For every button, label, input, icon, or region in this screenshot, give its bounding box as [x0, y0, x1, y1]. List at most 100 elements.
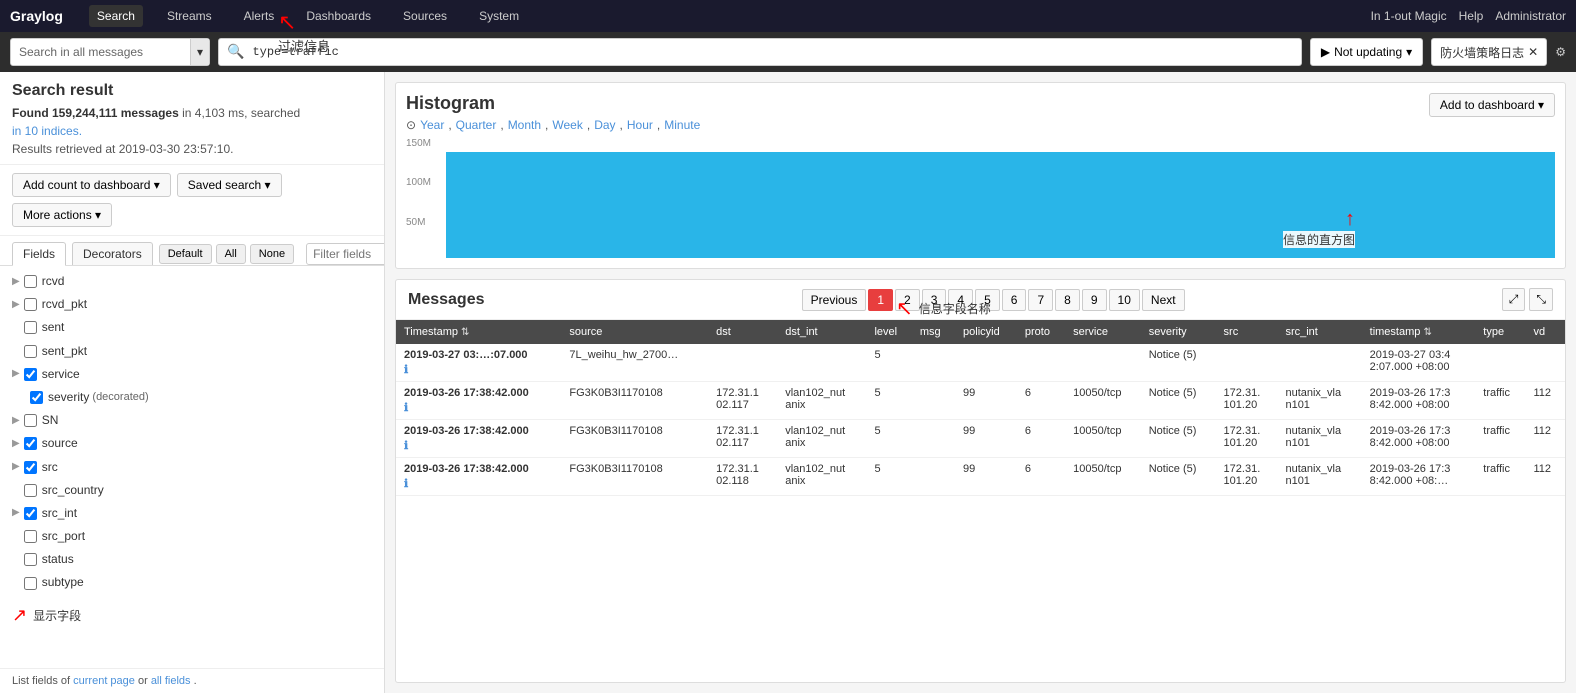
search-query-icon: 🔍	[227, 44, 244, 61]
field-checkbox-service[interactable]	[24, 368, 37, 381]
field-checkbox-rcvd[interactable]	[24, 275, 37, 288]
saved-search-btn[interactable]: Saved search ▾	[177, 173, 282, 197]
time-week[interactable]: Week	[552, 118, 582, 132]
indices-link[interactable]: in 10 indices.	[12, 124, 82, 138]
expand-btn-2[interactable]: ⤡	[1529, 288, 1553, 311]
page-7-btn[interactable]: 7	[1028, 289, 1053, 311]
found-count: Found 159,244,111 messages	[12, 106, 179, 120]
add-to-dashboard-btn[interactable]: Add to dashboard ▾	[1429, 93, 1555, 117]
nav-system[interactable]: System	[471, 5, 527, 27]
field-checkbox-severity[interactable]	[30, 391, 43, 404]
not-updating-btn[interactable]: ▶ Not updating ▾	[1310, 38, 1423, 66]
field-checkbox-sent[interactable]	[24, 321, 37, 334]
field-checkbox-subtype[interactable]	[24, 577, 37, 590]
search-query-bar[interactable]: 🔍 type=traffic	[218, 38, 1302, 66]
time-day[interactable]: Day	[594, 118, 615, 132]
arrow-icon: ▶	[12, 297, 20, 313]
search-query-text: type=traffic	[252, 45, 338, 59]
prev-page-btn[interactable]: Previous	[802, 289, 867, 311]
sort-icon: ⇅	[461, 327, 469, 338]
col-level: level	[866, 320, 911, 344]
time-year[interactable]: Year	[420, 118, 444, 132]
page-4-btn[interactable]: 4	[948, 289, 973, 311]
fields-footer-text: List fields of	[12, 675, 73, 687]
field-label-src-country: src_country	[42, 481, 104, 500]
main-layout: Search result Found 159,244,111 messages…	[0, 72, 1576, 693]
col-policyid: policyid	[955, 320, 1017, 344]
stream-close[interactable]: ✕	[1528, 45, 1538, 59]
type-none-btn[interactable]: None	[250, 244, 294, 264]
field-checkbox-src-country[interactable]	[24, 484, 37, 497]
cell-dst-int-3: vlan102_nutanix	[777, 458, 866, 496]
cell-service-2: 10050/tcp	[1065, 420, 1141, 458]
page-5-btn[interactable]: 5	[975, 289, 1000, 311]
search-all-messages-label: Search in all messages	[11, 45, 190, 59]
nav-admin[interactable]: Administrator	[1495, 9, 1566, 23]
nav-sources[interactable]: Sources	[395, 5, 455, 27]
sep: ,	[657, 118, 660, 132]
arrow-icon: ▶	[12, 413, 20, 429]
field-item-src: ▶ src	[12, 456, 372, 479]
type-all-btn[interactable]: All	[216, 244, 246, 264]
stream-selector[interactable]: 防火墙策略日志 ✕	[1431, 38, 1547, 66]
cell-vd-3: 112	[1525, 458, 1565, 496]
info-icon-3[interactable]: ℹ	[404, 477, 553, 490]
page-1-btn[interactable]: 1	[868, 289, 893, 311]
cell-vd-1: 112	[1525, 382, 1565, 420]
field-checkbox-src-int[interactable]	[24, 507, 37, 520]
nav-alerts[interactable]: Alerts	[236, 5, 283, 27]
page-9-btn[interactable]: 9	[1082, 289, 1107, 311]
search-type-dropdown[interactable]: ▾	[190, 39, 209, 65]
time-month[interactable]: Month	[508, 118, 541, 132]
field-item-sn: ▶ SN	[12, 409, 372, 432]
time-quarter[interactable]: Quarter	[456, 118, 497, 132]
nav-help[interactable]: Help	[1459, 9, 1484, 23]
field-checkbox-rcvd-pkt[interactable]	[24, 298, 37, 311]
nav-streams[interactable]: Streams	[159, 5, 220, 27]
add-count-dashboard-btn[interactable]: Add count to dashboard ▾	[12, 173, 171, 197]
page-3-btn[interactable]: 3	[922, 289, 947, 311]
cell-policyid-1: 99	[955, 382, 1017, 420]
type-default-btn[interactable]: Default	[159, 244, 212, 264]
field-checkbox-src-port[interactable]	[24, 530, 37, 543]
show-fields-annotation: 显示字段	[33, 607, 81, 624]
next-page-btn[interactable]: Next	[1142, 289, 1185, 311]
cell-src-int-1: nutanix_vlan101	[1277, 382, 1361, 420]
field-label-source: source	[42, 434, 78, 453]
settings-icon[interactable]: ⚙	[1555, 45, 1566, 59]
all-fields-link[interactable]: all fields	[151, 675, 191, 687]
more-actions-btn[interactable]: More actions ▾	[12, 203, 112, 227]
field-item-sent: ▶ sent	[12, 316, 372, 339]
current-page-link[interactable]: current page	[73, 675, 135, 687]
fields-section: Fields Decorators Default All None ▶ rcv…	[0, 236, 384, 693]
field-checkbox-status[interactable]	[24, 553, 37, 566]
expand-btn-1[interactable]: ⤢	[1502, 288, 1526, 311]
search-type-wrapper[interactable]: Search in all messages ▾	[10, 38, 210, 66]
fields-filter-input[interactable]	[306, 243, 384, 265]
info-icon-0[interactable]: ℹ	[404, 363, 553, 376]
page-6-btn[interactable]: 6	[1002, 289, 1027, 311]
messages-header: Messages Previous 1 2 3 4 5 6 7 8 9 10 N…	[396, 280, 1565, 320]
field-label-status: status	[42, 550, 74, 569]
tab-decorators[interactable]: Decorators	[72, 242, 153, 265]
field-checkbox-sent-pkt[interactable]	[24, 345, 37, 358]
page-10-btn[interactable]: 10	[1109, 289, 1140, 311]
fields-footer-end: .	[194, 675, 197, 687]
cell-source-3: FG3K0B3I1170108	[561, 458, 708, 496]
nav-search[interactable]: Search	[89, 5, 143, 27]
cell-msg-3	[912, 458, 955, 496]
field-checkbox-sn[interactable]	[24, 414, 37, 427]
field-checkbox-source[interactable]	[24, 437, 37, 450]
info-icon-1[interactable]: ℹ	[404, 401, 553, 414]
field-checkbox-src[interactable]	[24, 461, 37, 474]
info-icon-2[interactable]: ℹ	[404, 439, 553, 452]
arrow-icon: ▶	[12, 274, 20, 290]
tab-fields[interactable]: Fields	[12, 242, 66, 266]
page-8-btn[interactable]: 8	[1055, 289, 1080, 311]
cell-src-int-0	[1277, 344, 1361, 382]
page-2-btn[interactable]: 2	[895, 289, 920, 311]
nav-dashboards[interactable]: Dashboards	[298, 5, 379, 27]
time-hour[interactable]: Hour	[627, 118, 653, 132]
cell-timestamp-2: 2019-03-26 17:38:42.000 ℹ	[396, 420, 561, 458]
time-minute[interactable]: Minute	[664, 118, 700, 132]
